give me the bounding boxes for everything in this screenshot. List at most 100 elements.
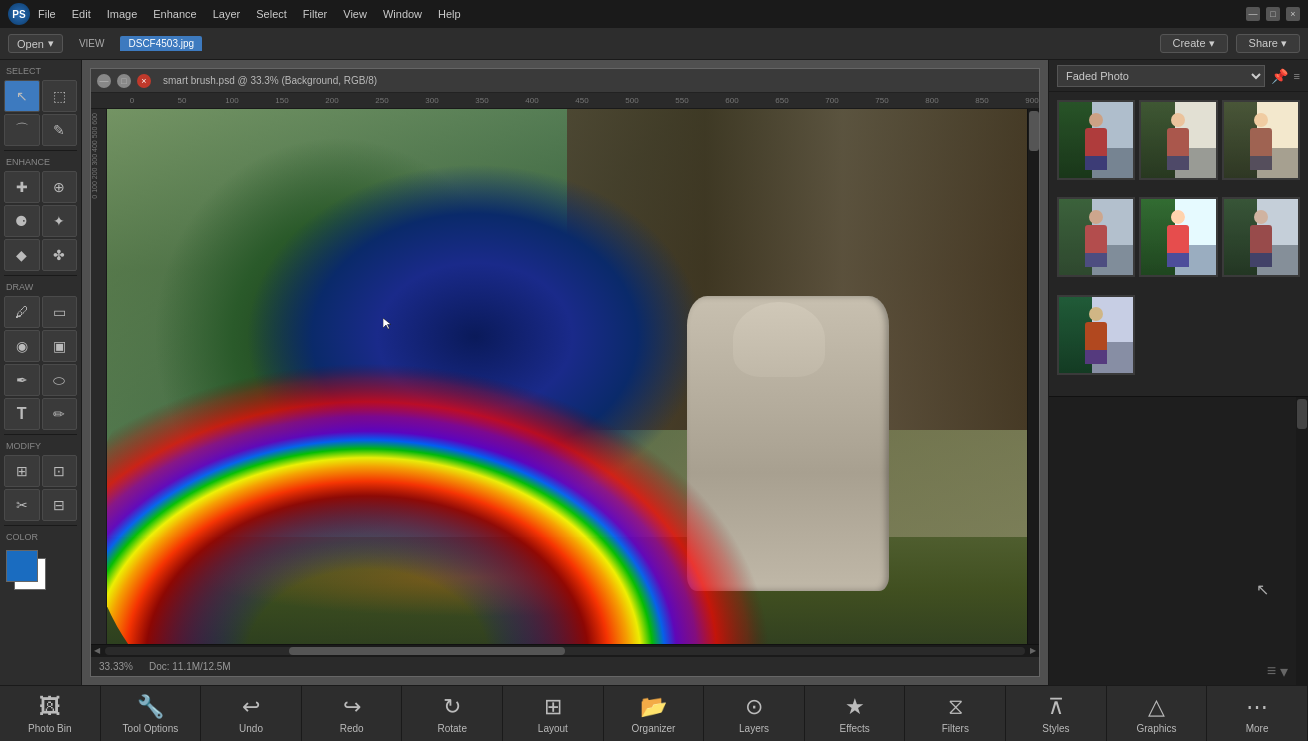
canvas-body: 0 100 200 300 400 500 600 [91,109,1039,644]
select-tools-row2: ⌒ ✎ [4,114,77,146]
content-aware-button[interactable]: ⊟ [42,489,78,521]
effect-thumbnail-7[interactable] [1057,295,1135,375]
canvas-minimize[interactable]: — [97,74,111,88]
effects-expand-icon[interactable]: ≡ [1294,70,1300,82]
close-button[interactable]: × [1286,7,1300,21]
effects-pin-icon[interactable]: 📌 [1271,68,1288,84]
enhance-tools-row2: ⚈ ✦ [4,205,77,237]
menu-view[interactable]: View [343,8,367,20]
more-button[interactable]: ⋯ More [1207,686,1308,742]
minimize-button[interactable]: — [1246,7,1260,21]
effects-grid [1049,92,1308,396]
eraser-button[interactable]: ▭ [42,296,78,328]
menu-edit[interactable]: Edit [72,8,91,20]
menu-layer[interactable]: Layer [213,8,241,20]
redo-button[interactable]: ↪ Redo [302,686,403,742]
layers-button[interactable]: ⊙ Layers [704,686,805,742]
smudge-button[interactable]: ✤ [42,239,78,271]
blur-dodge-button[interactable]: ⊕ [42,171,78,203]
create-button[interactable]: Create ▾ [1160,34,1228,53]
graphics-button[interactable]: △ Graphics [1107,686,1208,742]
share-button[interactable]: Share ▾ [1236,34,1300,53]
move-tool-button[interactable]: ↖ [4,80,40,112]
rotate-button[interactable]: ↻ Rotate [402,686,503,742]
organizer-button[interactable]: 📂 Organizer [604,686,705,742]
shape-button[interactable]: ⬭ [42,364,78,396]
maximize-button[interactable]: □ [1266,7,1280,21]
layout-button[interactable]: ⊞ Layout [503,686,604,742]
panel-scrollbar-thumb[interactable] [1297,399,1307,429]
scrollbar-thumb-h[interactable] [289,647,565,655]
recompose-button[interactable]: ⊡ [42,455,78,487]
panel-expand-icon[interactable]: ▾ [1280,662,1288,681]
effect-thumbnail-5[interactable] [1139,197,1217,277]
text-button[interactable]: T [4,398,40,430]
effects-dropdown[interactable]: Faded Photo [1057,65,1265,87]
menu-enhance[interactable]: Enhance [153,8,196,20]
paint-bucket-button[interactable]: ◉ [4,330,40,362]
pencil-button[interactable]: ✒ [4,364,40,396]
left-toolbar: SELECT ↖ ⬚ ⌒ ✎ ENHANCE ✚ ⊕ ⚈ ✦ ◆ ✤ DRAW … [0,60,82,685]
layout-label: Layout [538,723,568,734]
ruler-tick: 700 [807,96,857,105]
magic-wand-button[interactable]: ⌒ [4,114,40,146]
menu-help[interactable]: Help [438,8,461,20]
draw-section-label: DRAW [4,280,77,294]
gradient-button[interactable]: ▣ [42,330,78,362]
menu-window[interactable]: Window [383,8,422,20]
select-section-label: SELECT [4,64,77,78]
tool-options-button[interactable]: 🔧 Tool Options [101,686,202,742]
effect-thumbnail-4[interactable] [1057,197,1135,277]
lasso-tool-button[interactable]: ⬚ [42,80,78,112]
thumbnail-tab[interactable]: DSCF4503.jpg [120,36,202,51]
photo-bin-button[interactable]: 🖼 Photo Bin [0,686,101,742]
styles-icon: ⊼ [1048,694,1064,720]
menu-filter[interactable]: Filter [303,8,327,20]
scroll-right-arrow[interactable]: ▶ [1027,646,1039,655]
view-label: VIEW [79,38,105,49]
scroll-left-arrow[interactable]: ◀ [91,646,103,655]
panel-scrollbar[interactable] [1296,397,1308,685]
redo-label: Redo [340,723,364,734]
filters-button[interactable]: ⧖ Filters [905,686,1006,742]
scrollbar-track[interactable] [105,647,1025,655]
clone-button[interactable]: ⚈ [4,205,40,237]
right-panel: Faded Photo 📌 ≡ [1048,60,1308,685]
effect-thumbnail-1[interactable] [1057,100,1135,180]
brush-button[interactable]: 🖊 [4,296,40,328]
foreground-color-swatch[interactable] [6,550,38,582]
more-icon: ⋯ [1246,694,1268,720]
panel-empty-area: ≡ ▾ ↖ [1049,396,1308,685]
panel-settings-icon[interactable]: ≡ [1267,662,1276,681]
menu-select[interactable]: Select [256,8,287,20]
effect-thumbnail-2[interactable] [1139,100,1217,180]
effects-button[interactable]: ★ Effects [805,686,906,742]
blur-button[interactable]: ◆ [4,239,40,271]
ruler-tick: 100 [207,96,257,105]
photo-bin-label: Photo Bin [28,723,71,734]
scrollbar-thumb[interactable] [1029,111,1039,151]
canvas-maximize[interactable]: □ [117,74,131,88]
filters-icon: ⧖ [948,694,963,720]
menu-file[interactable]: File [38,8,56,20]
top-right-actions: Create ▾ Share ▾ [1160,34,1301,53]
horizontal-scrollbar[interactable]: ◀ ▶ [91,644,1039,656]
heal-button[interactable]: ✦ [42,205,78,237]
undo-button[interactable]: ↩ Undo [201,686,302,742]
open-button[interactable]: Open ▾ [8,34,63,53]
canvas-doc-info: Doc: 11.1M/12.5M [149,661,231,672]
canvas-viewport[interactable]: 52.59% Move Auto Select Show Bou Sho [107,109,1027,644]
text-mask-button[interactable]: ✏ [42,398,78,430]
styles-button[interactable]: ⊼ Styles [1006,686,1107,742]
effect-thumbnail-3[interactable] [1222,100,1300,180]
layout-icon: ⊞ [544,694,562,720]
red-eye-button[interactable]: ✚ [4,171,40,203]
canvas-close[interactable]: × [137,74,151,88]
straighten-button[interactable]: ✂ [4,489,40,521]
effect-thumbnail-6[interactable] [1222,197,1300,277]
vertical-scrollbar[interactable] [1027,109,1039,644]
quick-selection-button[interactable]: ✎ [42,114,78,146]
canvas-area: — □ × smart brush.psd @ 33.3% (Backgroun… [82,60,1048,685]
crop-button[interactable]: ⊞ [4,455,40,487]
menu-image[interactable]: Image [107,8,138,20]
